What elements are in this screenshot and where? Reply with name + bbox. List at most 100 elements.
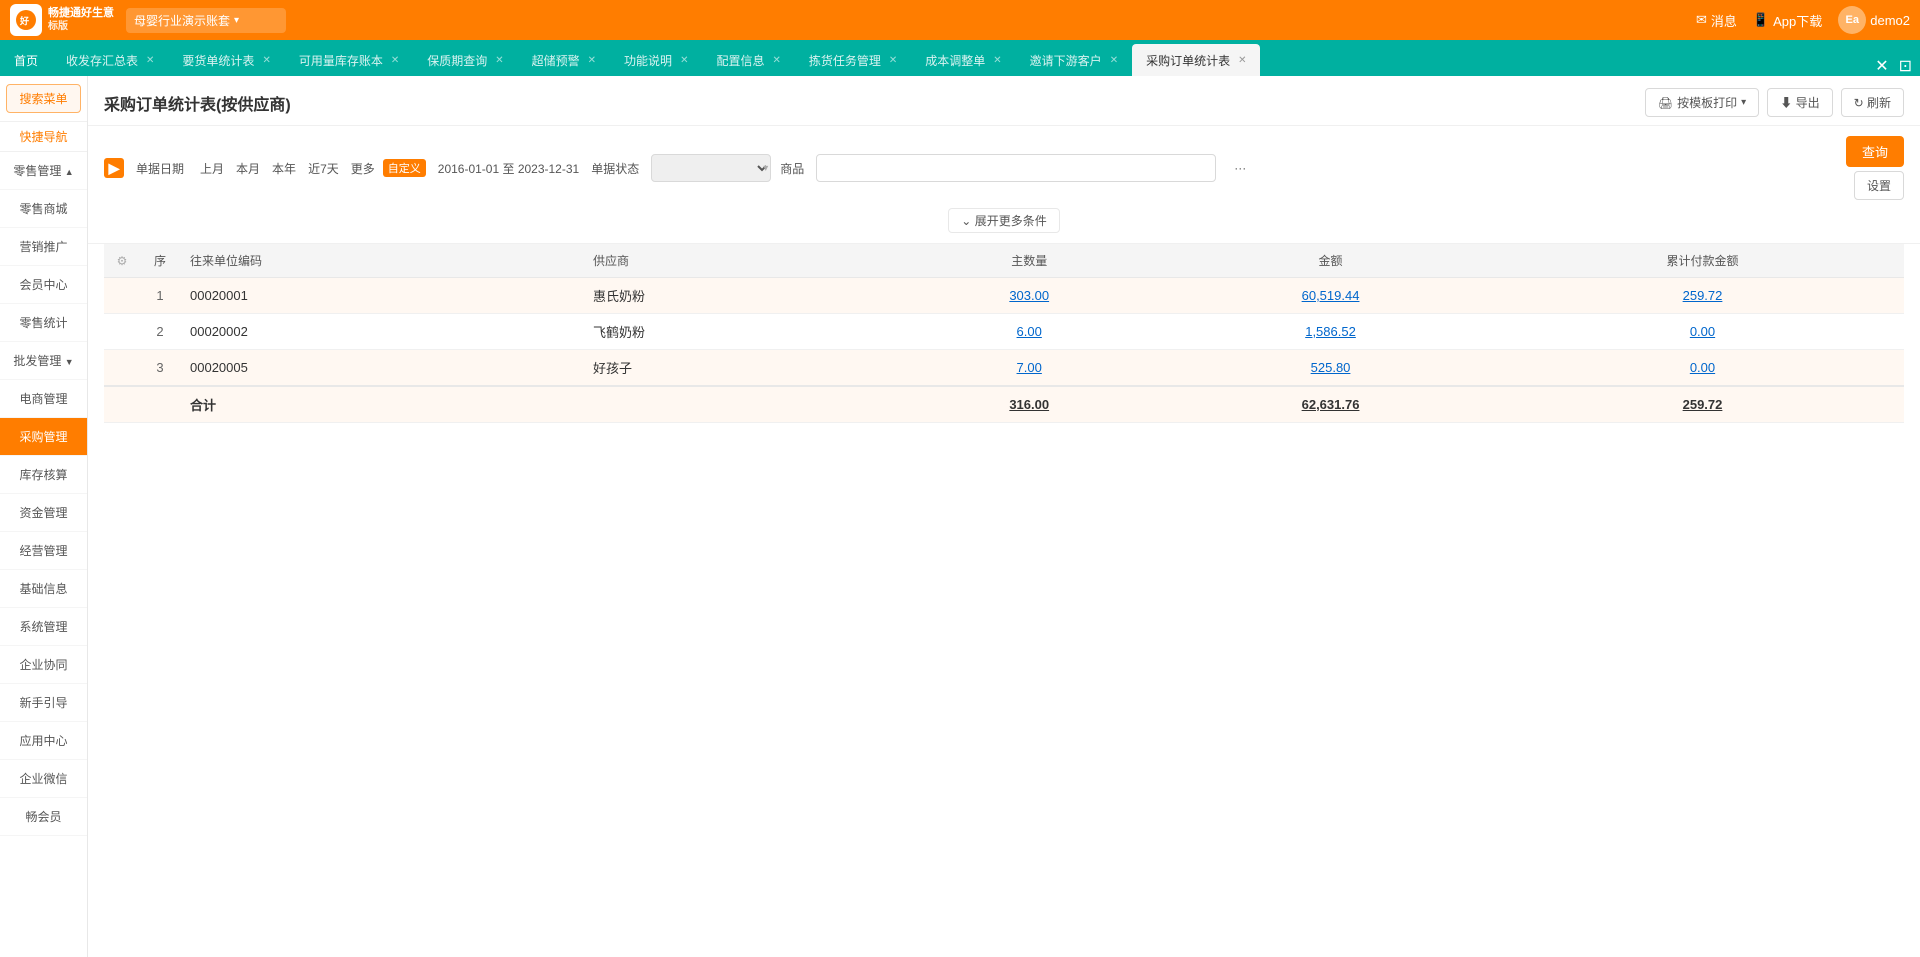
footer-empty2 (583, 386, 898, 423)
table-row: 1 00020001 惠氏奶粉 303.00 60,519.44 259.72 (104, 278, 1904, 314)
sidebar-item-basic-info[interactable]: 基础信息 (0, 570, 87, 608)
row-qty[interactable]: 7.00 (898, 350, 1160, 387)
sidebar-item-sys-mgmt[interactable]: 系统管理 (0, 608, 87, 646)
sidebar-item-operation[interactable]: 经营管理 (0, 532, 87, 570)
sidebar-item-wholesale[interactable]: 批发管理 ▼ (0, 342, 87, 380)
tab-cost-close[interactable]: ✕ (993, 55, 1001, 66)
custom-date-badge: 自定义 (383, 159, 426, 177)
row-qty[interactable]: 303.00 (898, 278, 1160, 314)
settings-btn[interactable]: 设置 (1854, 171, 1904, 200)
sidebar-item-corp-wechat[interactable]: 企业微信 (0, 760, 87, 798)
sidebar-search-area: 搜索菜单 (0, 76, 87, 122)
sidebar-item-retail-mgmt[interactable]: 零售管理 ▲ (0, 152, 87, 190)
sidebar-item-purchase[interactable]: 采购管理 (0, 418, 87, 456)
tab-requisition[interactable]: 要货单统计表 ✕ (168, 44, 284, 76)
shortcut-7days[interactable]: 近7天 (304, 158, 343, 179)
export-btn[interactable]: ⬇ 导出 (1767, 88, 1832, 117)
tab-funcinfo-label: 功能说明 (624, 52, 672, 69)
row-settings (104, 350, 140, 387)
sidebar-item-retail-stat[interactable]: 零售统计 (0, 304, 87, 342)
sidebar-item-wholesale-label: 批发管理 (13, 354, 61, 368)
settings-icon[interactable]: ⚙ (117, 254, 128, 268)
row-supplier: 飞鹤奶粉 (583, 314, 898, 350)
message-btn[interactable]: ✉ 消息 (1696, 11, 1737, 30)
tab-overstock-close[interactable]: ✕ (588, 55, 596, 66)
tab-purchase-stat[interactable]: 采购订单统计表 ✕ (1132, 44, 1260, 76)
sidebar-item-corp-wechat-label: 企业微信 (19, 772, 67, 786)
row-paid[interactable]: 0.00 (1501, 350, 1904, 387)
print-label: 按模板打印 (1677, 94, 1737, 111)
print-btn[interactable]: 🖨 按模板打印 ▾ (1645, 88, 1759, 117)
row-qty[interactable]: 6.00 (898, 314, 1160, 350)
col-code-header: 往来单位编码 (180, 244, 583, 278)
refresh-btn[interactable]: ↻ 刷新 (1841, 88, 1904, 117)
tab-warranty-close[interactable]: ✕ (495, 55, 503, 66)
shortcut-this-year[interactable]: 本年 (268, 158, 300, 179)
tab-purchase-stat-label: 采购订单统计表 (1146, 52, 1230, 69)
tab-overstock[interactable]: 超储预警 ✕ (518, 44, 610, 76)
row-amount[interactable]: 1,586.52 (1160, 314, 1501, 350)
filter-toggle-btn[interactable]: ▶ (104, 158, 124, 178)
quick-nav-btn[interactable]: 快捷导航 (0, 122, 87, 152)
shortcut-this-month[interactable]: 本月 (232, 158, 264, 179)
sidebar-item-inventory[interactable]: 库存核算 (0, 456, 87, 494)
nav-close-icon[interactable]: ✕ (1875, 56, 1888, 76)
tab-cost[interactable]: 成本调整单 ✕ (911, 44, 1015, 76)
sidebar-item-vip[interactable]: 畅会员 (0, 798, 87, 836)
nav-expand-icon[interactable]: ⊡ (1899, 56, 1912, 76)
workspace-name: 母婴行业演示账套 (134, 12, 230, 29)
tab-funcinfo[interactable]: 功能说明 ✕ (610, 44, 702, 76)
tab-invite[interactable]: 邀请下游客户 ✕ (1016, 44, 1132, 76)
sidebar-item-retail-mall[interactable]: 零售商城 (0, 190, 87, 228)
row-amount[interactable]: 60,519.44 (1160, 278, 1501, 314)
row-code: 00020001 (180, 278, 583, 314)
shortcut-more[interactable]: 更多 (347, 158, 379, 179)
sidebar-item-marketing[interactable]: 营销推广 (0, 228, 87, 266)
logo-area: 好 畅捷通好生意 标版 (10, 4, 114, 36)
user-area[interactable]: Ea demo2 (1838, 6, 1910, 34)
row-paid[interactable]: 259.72 (1501, 278, 1904, 314)
tab-invite-close[interactable]: ✕ (1110, 55, 1118, 66)
tab-config[interactable]: 配置信息 ✕ (702, 44, 794, 76)
message-label: 消息 (1711, 11, 1737, 30)
tab-funcinfo-close[interactable]: ✕ (680, 55, 688, 66)
top-right: ✉ 消息 📱 App下载 Ea demo2 (1696, 6, 1910, 34)
tab-config-label: 配置信息 (716, 52, 764, 69)
tab-requisition-close[interactable]: ✕ (262, 55, 270, 66)
logo-icon: 好 (10, 4, 42, 36)
search-menu-btn[interactable]: 搜索菜单 (6, 84, 81, 113)
tab-inventory-close[interactable]: ✕ (391, 55, 399, 66)
sidebar-item-app-center[interactable]: 应用中心 (0, 722, 87, 760)
query-btn[interactable]: 查询 (1846, 136, 1904, 167)
expand-more-btn[interactable]: ⌄ 展开更多条件 (948, 208, 1059, 233)
status-select[interactable] (651, 154, 771, 182)
table-footer-row: 合计 316.00 62,631.76 259.72 (104, 386, 1904, 423)
tab-pick-close[interactable]: ✕ (889, 55, 897, 66)
tab-overstock-label: 超储预警 (532, 52, 580, 69)
tab-collect-close[interactable]: ✕ (146, 55, 154, 66)
sidebar-item-new-guide[interactable]: 新手引导 (0, 684, 87, 722)
shortcut-last-month[interactable]: 上月 (196, 158, 228, 179)
tab-warranty[interactable]: 保质期查询 ✕ (413, 44, 517, 76)
tab-purchase-stat-close[interactable]: ✕ (1238, 55, 1246, 66)
tab-config-close[interactable]: ✕ (772, 55, 780, 66)
sidebar-item-member[interactable]: 会员中心 (0, 266, 87, 304)
print-dropdown-icon: ▾ (1741, 97, 1746, 108)
right-action-btns: 查询 设置 (1846, 136, 1904, 200)
tab-pick[interactable]: 拣货任务管理 ✕ (795, 44, 911, 76)
workspace-selector[interactable]: 母婴行业演示账套 ▾ (126, 8, 286, 33)
sidebar-item-finance[interactable]: 资金管理 (0, 494, 87, 532)
refresh-icon: ↻ (1854, 96, 1864, 110)
tab-collect[interactable]: 收发存汇总表 ✕ (52, 44, 168, 76)
sidebar-item-corp-collab[interactable]: 企业协同 (0, 646, 87, 684)
row-amount[interactable]: 525.80 (1160, 350, 1501, 387)
print-icon: 🖨 (1658, 96, 1673, 110)
row-paid[interactable]: 0.00 (1501, 314, 1904, 350)
tab-inventory[interactable]: 可用量库存账本 ✕ (285, 44, 413, 76)
app-download-btn[interactable]: 📱 App下载 (1753, 11, 1822, 30)
tab-home[interactable]: 首页 (0, 44, 52, 76)
goods-input[interactable] (816, 154, 1216, 182)
sidebar-item-ecommerce[interactable]: 电商管理 (0, 380, 87, 418)
footer-label: 合计 (180, 386, 583, 423)
more-filter-icon[interactable]: ··· (1228, 159, 1252, 177)
